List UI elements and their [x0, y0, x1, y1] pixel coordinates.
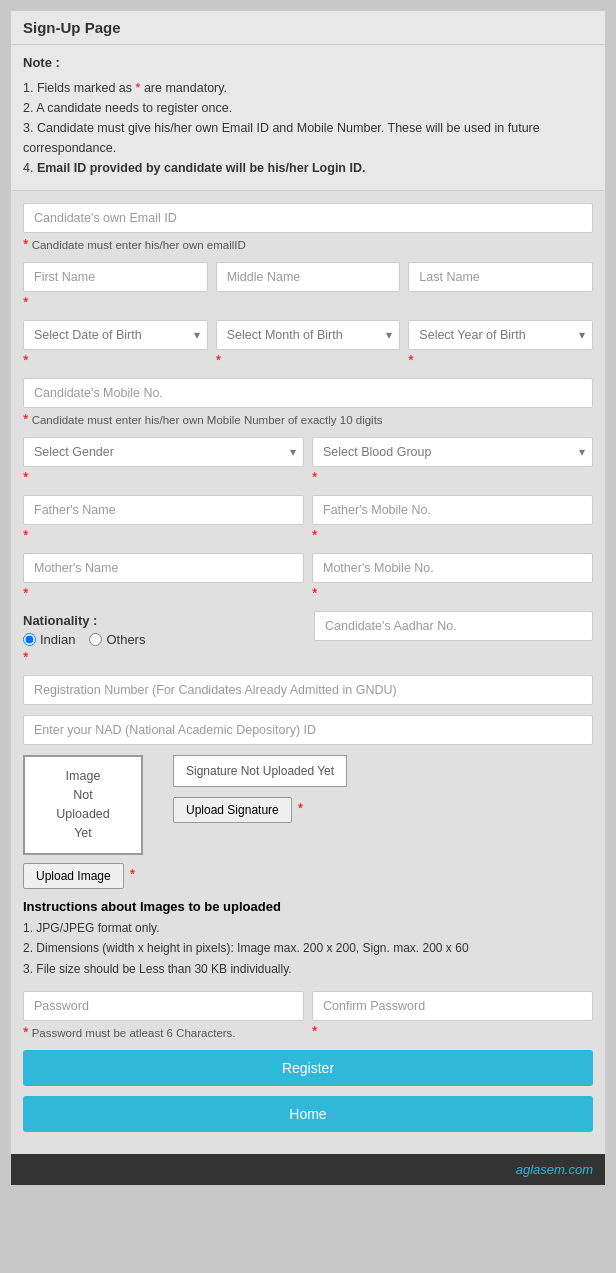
upload-signature-required: * [298, 800, 303, 816]
nad-input[interactable] [23, 715, 593, 745]
password-hint: Password must be atleast 6 Characters. [32, 1027, 236, 1039]
father-mobile-input[interactable] [312, 495, 593, 525]
yob-required: * [408, 352, 413, 368]
confirm-password-required: * [312, 1023, 317, 1039]
mob-select[interactable]: Select Month of Birth [216, 320, 401, 350]
aadhar-input[interactable] [314, 611, 593, 641]
mother-name-required: * [23, 585, 28, 601]
last-name-input[interactable] [408, 262, 593, 292]
note-line-4: 4. Email ID provided by candidate will b… [23, 158, 593, 178]
father-name-input[interactable] [23, 495, 304, 525]
blood-group-required: * [312, 469, 317, 485]
mobile-input[interactable] [23, 378, 593, 408]
dob-required: * [23, 352, 28, 368]
radio-indian-text: Indian [40, 632, 75, 647]
dob-select[interactable]: Select Date of Birth [23, 320, 208, 350]
first-name-required: * [23, 294, 28, 310]
instruction-2: 2. Dimensions (width x height in pixels)… [23, 938, 593, 958]
instruction-3: 3. File size should be Less than 30 KB i… [23, 959, 593, 979]
confirm-password-input[interactable] [312, 991, 593, 1021]
gender-required: * [23, 469, 28, 485]
note-line-3: 3. Candidate must give his/her own Email… [23, 118, 593, 158]
password-input[interactable] [23, 991, 304, 1021]
mobile-hint: Candidate must enter his/her own Mobile … [32, 414, 383, 426]
footer-brand: aglasem.com [516, 1162, 593, 1177]
upload-image-btn[interactable]: Upload Image [23, 863, 124, 889]
upload-signature-btn[interactable]: Upload Signature [173, 797, 292, 823]
radio-others-label[interactable]: Others [89, 632, 145, 647]
radio-others[interactable] [89, 633, 102, 646]
instructions-title: Instructions about Images to be uploaded [23, 899, 593, 914]
instruction-1: 1. JPG/JPEG format only. [23, 918, 593, 938]
radio-indian-label[interactable]: Indian [23, 632, 75, 647]
nationality-label: Nationality : [23, 613, 302, 628]
father-name-required: * [23, 527, 28, 543]
gender-select[interactable]: Select Gender [23, 437, 304, 467]
nationality-required: * [23, 649, 28, 665]
image-upload-box: ImageNotUploadedYet [23, 755, 143, 855]
registration-input[interactable] [23, 675, 593, 705]
note-line-1: 1. Fields marked as * are mandatory. [23, 78, 593, 98]
mob-required: * [216, 352, 221, 368]
upload-image-required: * [130, 866, 135, 882]
first-name-input[interactable] [23, 262, 208, 292]
middle-name-input[interactable] [216, 262, 401, 292]
email-input[interactable] [23, 203, 593, 233]
page-title: Sign-Up Page [23, 19, 593, 36]
note-title: Note : [23, 53, 593, 74]
email-hint: Candidate must enter his/her own emailID [32, 239, 246, 251]
register-button[interactable]: Register [23, 1050, 593, 1086]
radio-others-text: Others [106, 632, 145, 647]
home-button[interactable]: Home [23, 1096, 593, 1132]
signature-not-uploaded-text: Signature Not Uploaded Yet [173, 755, 347, 787]
mother-name-input[interactable] [23, 553, 304, 583]
mother-mobile-input[interactable] [312, 553, 593, 583]
image-not-uploaded-text: ImageNotUploadedYet [46, 757, 120, 852]
yob-select[interactable]: Select Year of Birth [408, 320, 593, 350]
father-mobile-required: * [312, 527, 317, 543]
note-line-2: 2. A candidate needs to register once. [23, 98, 593, 118]
radio-indian[interactable] [23, 633, 36, 646]
mother-mobile-required: * [312, 585, 317, 601]
blood-group-select[interactable]: Select Blood Group [312, 437, 593, 467]
